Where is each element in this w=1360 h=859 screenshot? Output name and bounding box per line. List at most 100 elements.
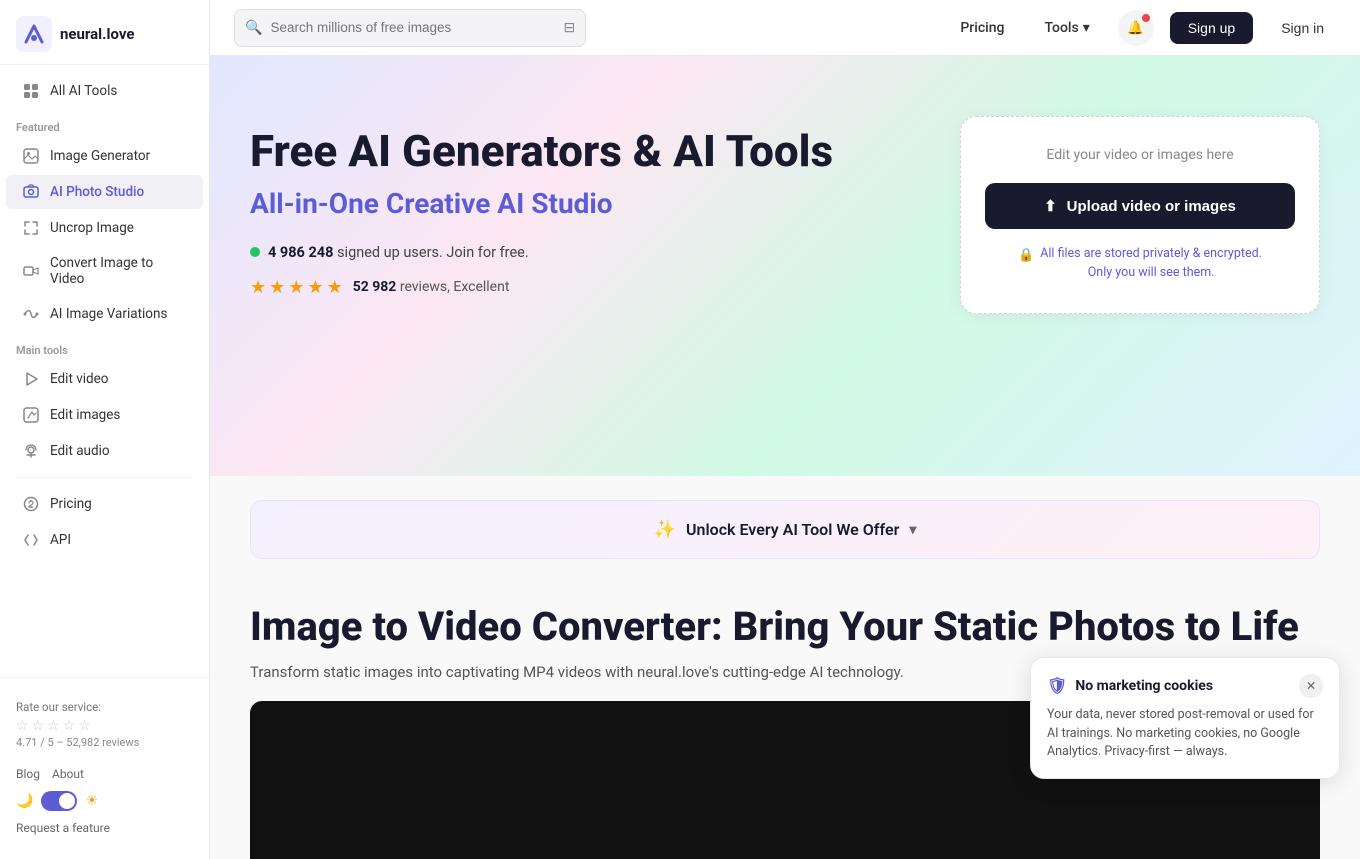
sun-icon: ☀ [85, 793, 98, 809]
sidebar-divider [16, 477, 193, 478]
api-label: API [50, 532, 71, 548]
search-icon: 🔍 [245, 20, 262, 36]
api-icon [22, 531, 40, 549]
blog-link[interactable]: Blog [16, 767, 40, 781]
hero-subtitle: All-in-One Creative AI Studio [250, 187, 920, 220]
tools-chevron-icon: ▾ [1083, 20, 1090, 36]
shield-icon: 🛡 [1047, 676, 1067, 695]
upload-card-text: Edit your video or images here [1046, 147, 1233, 163]
upload-privacy-text: All files are stored privately & encrypt… [1040, 245, 1262, 283]
image-variations-label: AI Image Variations [50, 306, 167, 322]
sidebar: neural.love All AI Tools Featured Image … [0, 0, 210, 859]
hero-reviews: ★ ★ ★ ★ ★ 52 982 reviews, Excellent [250, 277, 920, 298]
sidebar-item-api[interactable]: API [6, 523, 203, 557]
sidebar-bottom: Rate our service: ☆ ☆ ☆ ☆ ☆ 4.71 / 5 – 5… [0, 677, 209, 843]
pricing-label: Pricing [50, 496, 92, 512]
all-tools-label: All AI Tools [50, 83, 117, 99]
hero-stat-number: 4 986 248 [268, 244, 333, 261]
cookie-notice: 🛡 No marketing cookies ✕ Your data, neve… [1030, 657, 1340, 779]
hero-stat-label: signed up users. Join for free. [337, 244, 529, 261]
uncrop-icon [22, 219, 40, 237]
sidebar-item-ai-photo-studio[interactable]: AI Photo Studio [6, 175, 203, 209]
filter-icon[interactable]: ⊟ [563, 20, 575, 36]
edit-images-label: Edit images [50, 407, 120, 423]
tools-label: Tools [1044, 20, 1078, 36]
sidebar-item-convert-video[interactable]: Convert Image to Video [6, 247, 203, 295]
ai-photo-studio-label: AI Photo Studio [50, 184, 144, 200]
photo-studio-icon [22, 183, 40, 201]
rate-score: 4.71 / 5 – 52,982 reviews [16, 736, 193, 749]
rate-label: Rate our service: [16, 700, 193, 714]
hero-stat: 4 986 248 signed up users. Join for free… [250, 244, 920, 261]
moon-icon: 🌙 [16, 793, 33, 809]
hero-stars: ★ ★ ★ ★ ★ [250, 277, 343, 298]
rate-section: Rate our service: ☆ ☆ ☆ ☆ ☆ 4.71 / 5 – 5… [0, 690, 209, 759]
sidebar-item-image-variations[interactable]: AI Image Variations [6, 297, 203, 331]
hero-section: Free AI Generators & AI Tools All-in-One… [210, 56, 1360, 476]
unlock-banner[interactable]: ✨ Unlock Every AI Tool We Offer ▾ [250, 500, 1320, 559]
notification-button[interactable]: 🔔 [1118, 10, 1154, 46]
sidebar-item-pricing[interactable]: Pricing [6, 487, 203, 521]
star-4[interactable]: ☆ [63, 718, 76, 734]
upload-card: Edit your video or images here ⬆ Upload … [960, 116, 1320, 314]
variations-icon [22, 305, 40, 323]
cookie-header: 🛡 No marketing cookies ✕ [1047, 674, 1323, 698]
sidebar-item-edit-audio[interactable]: Edit audio [6, 434, 203, 468]
notification-dot [1142, 14, 1150, 22]
sparkle-icon: ✨ [654, 519, 676, 540]
convert-video-icon [22, 262, 40, 280]
sidebar-item-all-tools[interactable]: All AI Tools [6, 74, 203, 108]
search-bar[interactable]: 🔍 ⊟ [234, 9, 586, 47]
hero-title: Free AI Generators & AI Tools [250, 126, 920, 177]
lower-title: Image to Video Converter: Bring Your Sta… [250, 603, 1320, 651]
hero-star-4: ★ [307, 277, 323, 298]
hero-stat-text: 4 986 248 signed up users. Join for free… [268, 244, 529, 261]
request-feature-link[interactable]: Request a feature [0, 817, 209, 843]
header-tools[interactable]: Tools ▾ [1032, 14, 1101, 42]
sidebar-links: Blog About [0, 759, 209, 785]
search-input[interactable] [270, 20, 555, 35]
star-3[interactable]: ☆ [47, 718, 60, 734]
sidebar-item-edit-video[interactable]: Edit video [6, 362, 203, 396]
pricing-icon [22, 495, 40, 513]
star-2[interactable]: ☆ [32, 718, 45, 734]
hero-text: Free AI Generators & AI Tools All-in-One… [250, 116, 920, 298]
logo-icon [16, 16, 52, 52]
upload-icon: ⬆ [1044, 197, 1057, 215]
star-1[interactable]: ☆ [16, 718, 29, 734]
upload-button[interactable]: ⬆ Upload video or images [985, 183, 1295, 229]
toggle-thumb [59, 793, 75, 809]
about-link[interactable]: About [52, 767, 84, 781]
convert-video-label: Convert Image to Video [50, 255, 187, 287]
upload-label: Upload video or images [1067, 198, 1236, 215]
hero-star-2: ★ [269, 277, 285, 298]
hero-review-count: 52 982 [353, 279, 397, 295]
uncrop-label: Uncrop Image [50, 220, 134, 236]
sidebar-logo[interactable]: neural.love [0, 0, 209, 65]
edit-images-icon [22, 406, 40, 424]
hero-review-text: 52 982 reviews, Excellent [353, 279, 510, 295]
image-generator-icon [22, 147, 40, 165]
unlock-chevron-icon: ▾ [909, 522, 916, 538]
cookie-text: Your data, never stored post-removal or … [1047, 706, 1323, 762]
theme-toggle[interactable] [41, 791, 77, 811]
audio-icon [22, 442, 40, 460]
bell-icon: 🔔 [1127, 20, 1144, 36]
signup-button[interactable]: Sign up [1170, 12, 1253, 44]
lock-icon: 🔒 [1018, 246, 1034, 266]
header-pricing[interactable]: Pricing [948, 14, 1016, 42]
green-dot [250, 247, 260, 257]
main-tools-section-label: Main tools [0, 332, 209, 361]
sidebar-item-image-generator[interactable]: Image Generator [6, 139, 203, 173]
rate-stars[interactable]: ☆ ☆ ☆ ☆ ☆ [16, 718, 193, 734]
sidebar-item-uncrop[interactable]: Uncrop Image [6, 211, 203, 245]
image-generator-label: Image Generator [50, 148, 150, 164]
hero-star-5: ★ [327, 277, 343, 298]
cookie-close-button[interactable]: ✕ [1299, 674, 1323, 698]
signin-button[interactable]: Sign in [1269, 12, 1336, 44]
star-5[interactable]: ☆ [78, 718, 91, 734]
theme-toggle-row: 🌙 ☀ [0, 785, 209, 817]
featured-section-label: Featured [0, 109, 209, 138]
sidebar-item-edit-images[interactable]: Edit images [6, 398, 203, 432]
cookie-title-text: No marketing cookies [1075, 678, 1213, 694]
